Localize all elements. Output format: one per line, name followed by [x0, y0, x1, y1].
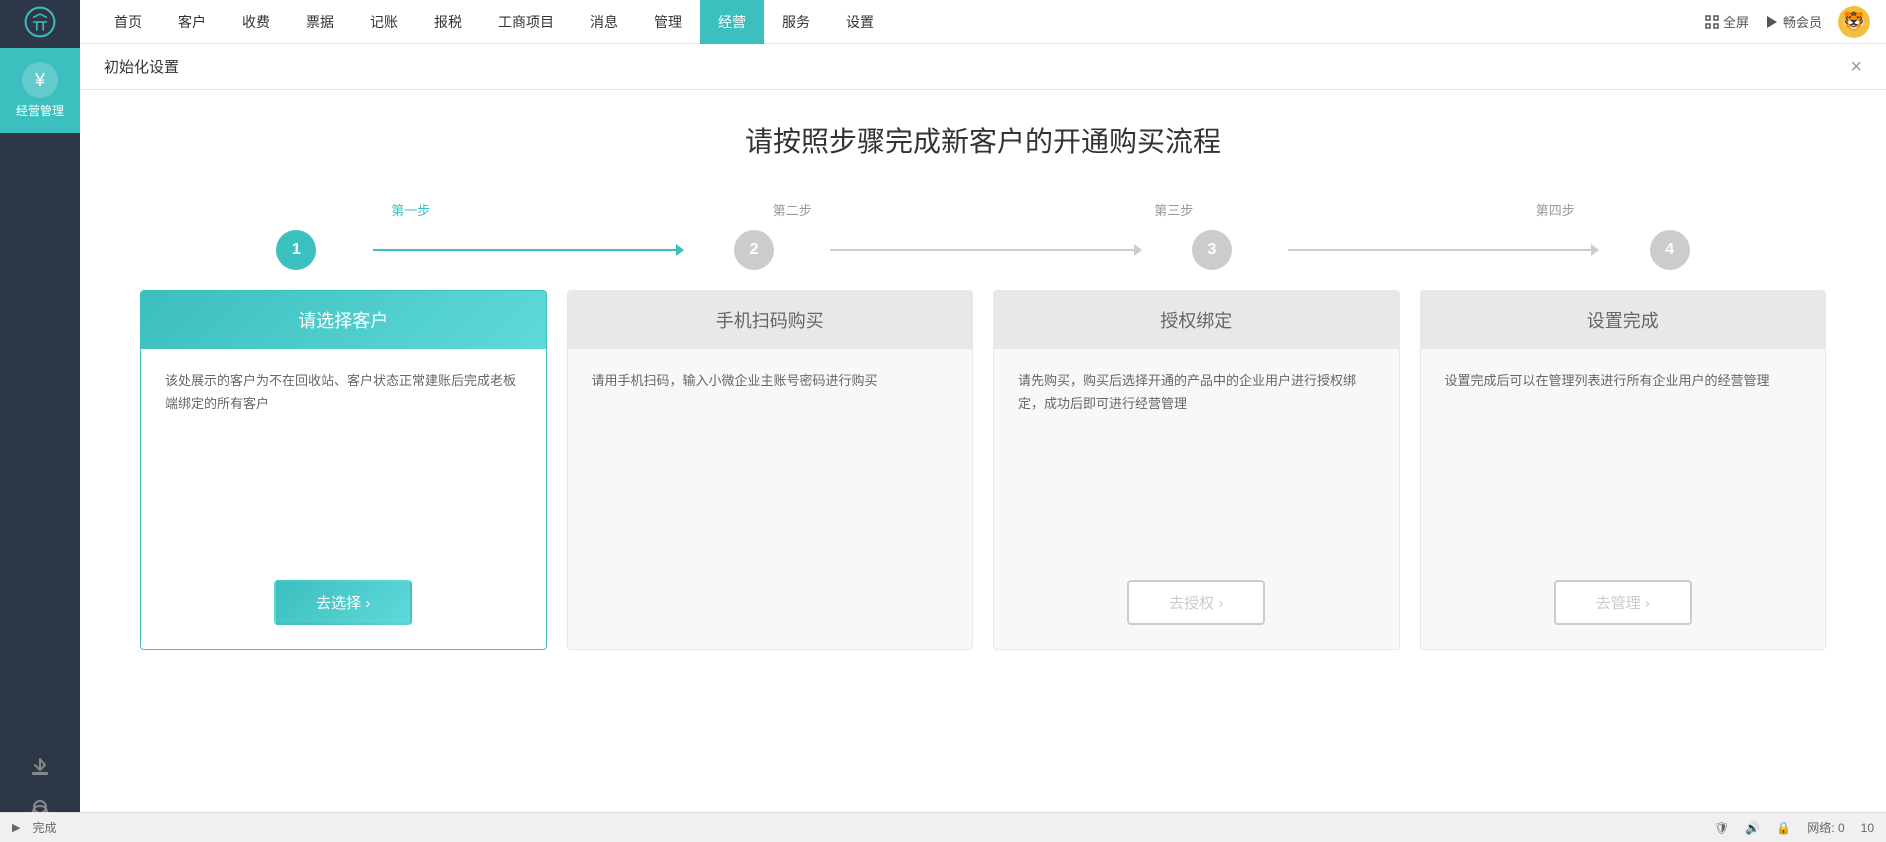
volume-icon: 🔊	[1745, 821, 1760, 835]
cards-row: 请选择客户 该处展示的客户为不在回收站、客户状态正常建账后完成老板端绑定的所有客…	[140, 290, 1826, 650]
page-header: 初始化设置 ×	[80, 44, 1886, 90]
step1-card-footer: 去选择 ›	[141, 564, 546, 649]
step4-card: 设置完成 设置完成后可以在管理列表进行所有企业用户的经营管理 去管理 ›	[1420, 290, 1827, 650]
status-bar-right: 🛡 🔊 🔒 网络: 0 10	[1714, 819, 1874, 836]
sidebar-logo	[0, 0, 80, 44]
step2-label: 第二步	[773, 203, 812, 218]
step4-card-footer: 去管理 ›	[1421, 564, 1826, 649]
step2-card-footer	[568, 609, 973, 649]
page-title: 初始化设置	[104, 56, 179, 77]
step2-card-body: 请用手机扫码，输入小微企业主账号密码进行购买	[568, 349, 973, 609]
nav-business[interactable]: 工商项目	[480, 0, 572, 44]
status-label: 完成	[32, 819, 56, 836]
sidebar-item-management[interactable]: ¥ 经营管理	[0, 48, 80, 133]
member-label: 畅会员	[1783, 12, 1822, 31]
network-status: 网络: 0	[1807, 819, 1844, 836]
content-area: 请按照步骤完成新客户的开通购买流程 第一步 第二步 第三步 第四	[80, 90, 1886, 814]
step1-card-title: 请选择客户	[298, 311, 388, 331]
logo-icon	[24, 6, 56, 38]
step1-card: 请选择客户 该处展示的客户为不在回收站、客户状态正常建账后完成老板端绑定的所有客…	[140, 290, 547, 650]
play-icon	[1765, 15, 1779, 29]
avatar[interactable]: 🐯	[1838, 6, 1870, 38]
top-nav: 首页 客户 收费 票据 记账 报税 工商项目 消息 管理 经营 服务 设置 全屏…	[80, 0, 1886, 44]
lock-icon: 🔒	[1776, 821, 1791, 835]
nav-service[interactable]: 服务	[764, 0, 828, 44]
steps-timeline: 第一步 第二步 第三步 第四步 1	[140, 200, 1826, 270]
step3-card-footer: 去授权 ›	[994, 564, 1399, 649]
step2-card-title: 手机扫码购买	[716, 311, 824, 331]
fullscreen-btn[interactable]: 全屏	[1705, 12, 1749, 31]
nav-home[interactable]: 首页	[96, 0, 160, 44]
step2-circle: 2	[734, 230, 774, 270]
close-button[interactable]: ×	[1850, 57, 1862, 77]
step1-arrow	[676, 244, 684, 256]
fullscreen-label: 全屏	[1723, 12, 1749, 31]
sidebar-main-label: 经营管理	[16, 102, 64, 119]
step1-action-button[interactable]: 去选择 ›	[274, 580, 412, 625]
step4-action-button[interactable]: 去管理 ›	[1554, 580, 1692, 625]
step4-label: 第四步	[1536, 203, 1575, 218]
nav-customer[interactable]: 客户	[160, 0, 224, 44]
nav-tax[interactable]: 报税	[416, 0, 480, 44]
sidebar: ¥ 经营管理	[0, 0, 80, 842]
step1-circle: 1	[276, 230, 316, 270]
step3-action-button[interactable]: 去授权 ›	[1127, 580, 1265, 625]
step1-label: 第一步	[391, 203, 430, 218]
member-btn[interactable]: 畅会员	[1765, 12, 1822, 31]
step3-card-body: 请先购买，购买后选择开通的产品中的企业用户进行授权绑定，成功后即可进行经营管理	[994, 349, 1399, 564]
nav-operations[interactable]: 经营	[700, 0, 764, 44]
nav-fees[interactable]: 收费	[224, 0, 288, 44]
step1-card-body: 该处展示的客户为不在回收站、客户状态正常建账后完成老板端绑定的所有客户	[141, 349, 546, 564]
play-button[interactable]: ▶	[12, 821, 20, 834]
step3-card-title: 授权绑定	[1160, 311, 1232, 331]
step4-card-title: 设置完成	[1587, 311, 1659, 331]
step3-line	[1288, 249, 1593, 251]
main-area: 初始化设置 × 请按照步骤完成新客户的开通购买流程 第一步 第二步 第三步	[80, 44, 1886, 842]
step1-line	[373, 249, 678, 251]
step2-line	[830, 249, 1135, 251]
step2-card: 手机扫码购买 请用手机扫码，输入小微企业主账号密码进行购买	[567, 290, 974, 650]
step2-card-header: 手机扫码购买	[568, 291, 973, 349]
shield-icon: 🛡	[1714, 821, 1729, 835]
fullscreen-icon	[1705, 15, 1719, 29]
step3-arrow	[1591, 244, 1599, 256]
step3-label: 第三步	[1154, 203, 1193, 218]
nav-settings[interactable]: 设置	[828, 0, 892, 44]
step1-card-header: 请选择客户	[141, 291, 546, 349]
yuan-icon: ¥	[22, 62, 58, 98]
status-bar: ▶ 完成 🛡 🔊 🔒 网络: 0 10	[0, 812, 1886, 842]
section-title: 请按照步骤完成新客户的开通购买流程	[140, 120, 1826, 160]
step4-circle: 4	[1650, 230, 1690, 270]
step3-circle: 3	[1192, 230, 1232, 270]
nav-right: 全屏 畅会员 🐯	[1705, 6, 1870, 38]
download-icon[interactable]	[0, 746, 80, 788]
time-status: 10	[1861, 821, 1874, 835]
nav-message[interactable]: 消息	[572, 0, 636, 44]
step3-card: 授权绑定 请先购买，购买后选择开通的产品中的企业用户进行授权绑定，成功后即可进行…	[993, 290, 1400, 650]
step3-card-header: 授权绑定	[994, 291, 1399, 349]
nav-invoice[interactable]: 票据	[288, 0, 352, 44]
step4-card-body: 设置完成后可以在管理列表进行所有企业用户的经营管理	[1421, 349, 1826, 564]
nav-manage[interactable]: 管理	[636, 0, 700, 44]
step2-arrow	[1134, 244, 1142, 256]
nav-bookkeeping[interactable]: 记账	[352, 0, 416, 44]
step4-card-header: 设置完成	[1421, 291, 1826, 349]
